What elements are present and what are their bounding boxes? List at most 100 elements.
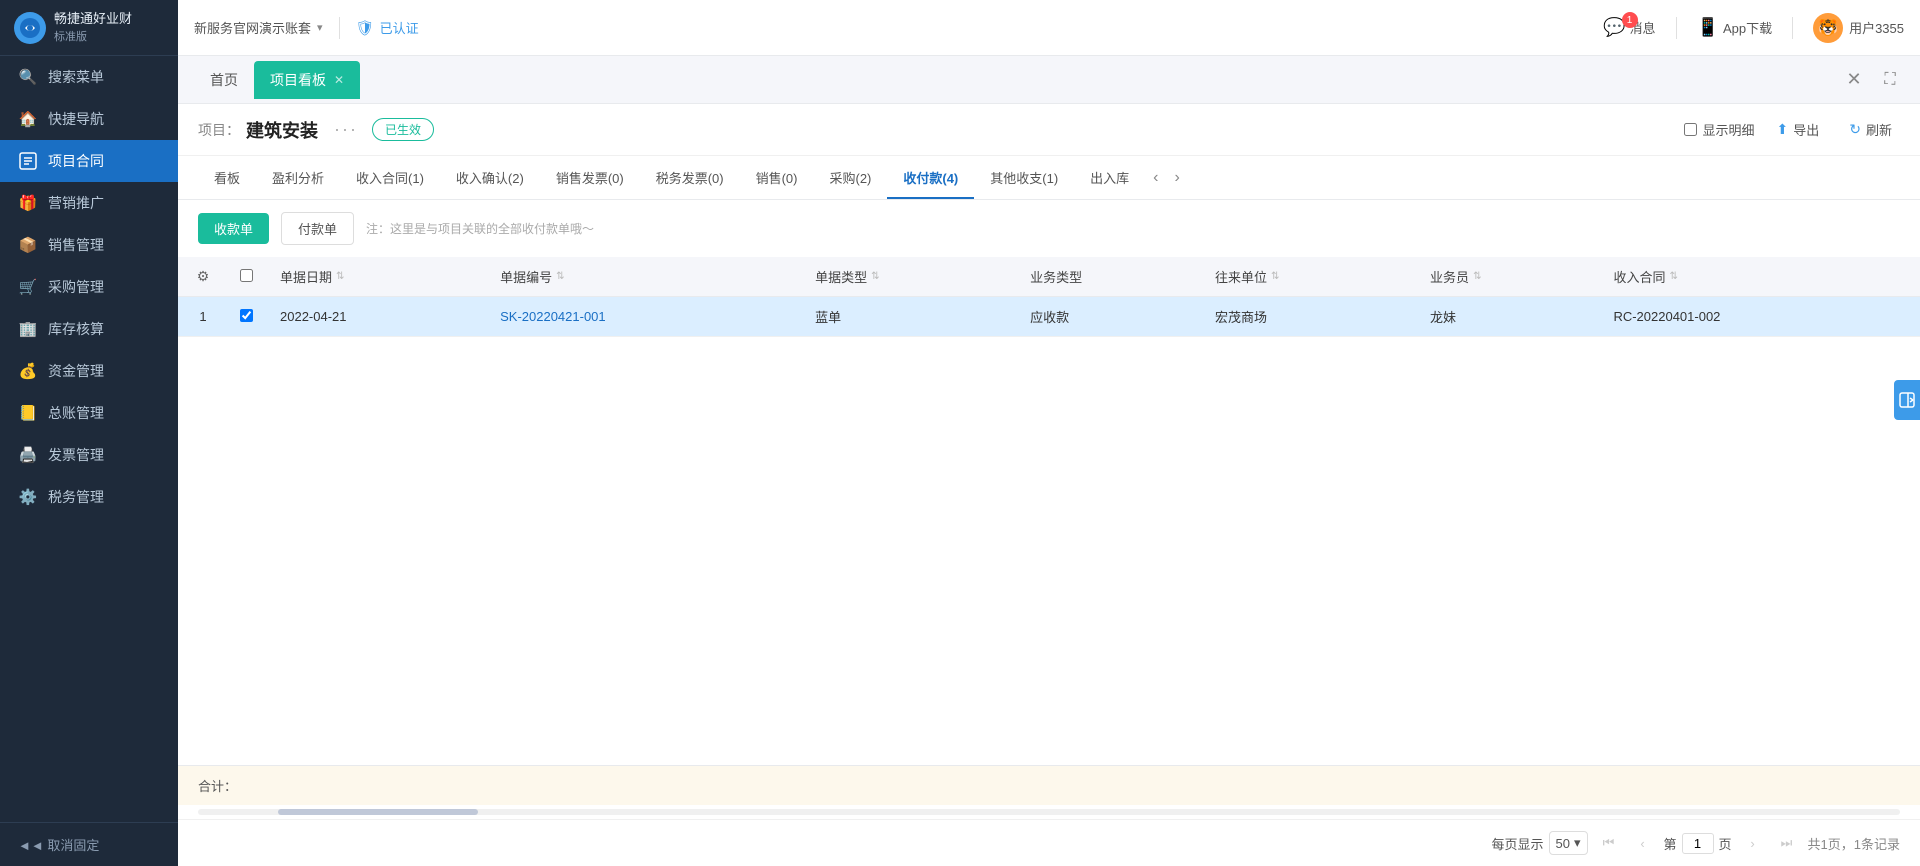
th-income-contract: 收入合同 ⇅ bbox=[1601, 257, 1920, 297]
sidebar-item-project[interactable]: 项目合同 bbox=[0, 140, 178, 182]
sub-nav-tax-invoice[interactable]: 税务发票(0) bbox=[640, 156, 740, 199]
app-download-button[interactable]: 📱 App下载 bbox=[1697, 17, 1773, 38]
topbar-divider1 bbox=[339, 17, 340, 39]
th-date-sort[interactable]: 单据日期 ⇅ bbox=[280, 267, 344, 286]
th-number-label: 单据编号 bbox=[500, 267, 552, 286]
tab-home-label: 首页 bbox=[210, 70, 238, 90]
td-income-contract: RC-20220401-002 bbox=[1601, 297, 1920, 337]
sidebar-item-search[interactable]: 🔍 搜索菜单 bbox=[0, 56, 178, 98]
th-type-sort[interactable]: 单据类型 ⇅ bbox=[815, 267, 879, 286]
sort-icon-salesman: ⇅ bbox=[1473, 271, 1481, 282]
per-page-value: 50 bbox=[1556, 836, 1570, 851]
content-body: 收款单 付款单 注：这里是与项目关联的全部收付款单哦～ ⚙ bbox=[178, 200, 1920, 866]
pagination-last-button[interactable]: ⏭ bbox=[1774, 830, 1800, 856]
money-icon: 💰 bbox=[18, 361, 38, 381]
sidebar-item-ledger[interactable]: 📒 总账管理 bbox=[0, 392, 178, 434]
tab-close-icon[interactable]: ✕ bbox=[334, 73, 344, 87]
sub-nav-sales[interactable]: 销售(0) bbox=[740, 156, 814, 199]
logo-icon bbox=[14, 12, 46, 44]
export-button[interactable]: ⬆ 导出 bbox=[1769, 116, 1828, 143]
demo-account-selector[interactable]: 新服务官网演示账套 ▾ bbox=[194, 18, 323, 37]
sidebar-item-tax[interactable]: ⚙️ 税务管理 bbox=[0, 476, 178, 518]
message-badge: 1 bbox=[1622, 12, 1638, 28]
column-settings-icon[interactable]: ⚙ bbox=[197, 268, 210, 284]
sidebar: 畅捷通好业财 标准版 🔍 搜索菜单 🏠 快捷导航 项目合同 🎁 营销推广 📦 销… bbox=[0, 0, 178, 866]
window-close-button[interactable]: ✕ bbox=[1840, 66, 1868, 94]
tab-project-board[interactable]: 项目看板 ✕ bbox=[254, 61, 360, 99]
more-options-icon[interactable]: ··· bbox=[334, 119, 358, 140]
tab-project-board-label: 项目看板 bbox=[270, 70, 326, 90]
sort-icon-date: ⇅ bbox=[336, 271, 344, 282]
sub-nav-income-confirm[interactable]: 收入确认(2) bbox=[440, 156, 540, 199]
pagination-next-button[interactable]: › bbox=[1740, 830, 1766, 856]
pagination-prev-button[interactable]: ‹ bbox=[1630, 830, 1656, 856]
sidebar-item-capital[interactable]: 💰 资金管理 bbox=[0, 350, 178, 392]
per-page-label: 每页显示 bbox=[1491, 834, 1543, 853]
sidebar-item-invoice[interactable]: 🖨️ 发票管理 bbox=[0, 434, 178, 476]
th-salesman-sort[interactable]: 业务员 ⇅ bbox=[1430, 267, 1481, 286]
page-header: 项目： 建筑安装 ··· 已生效 显示明细 ⬆ 导出 ↻ 刷新 bbox=[178, 104, 1920, 156]
sub-nav-purchase[interactable]: 采购(2) bbox=[813, 156, 887, 199]
show-detail-label: 显示明细 bbox=[1702, 120, 1754, 139]
th-salesman: 业务员 ⇅ bbox=[1418, 257, 1601, 297]
receipt-number-link[interactable]: SK-20220421-001 bbox=[500, 309, 606, 324]
tab-home[interactable]: 首页 bbox=[194, 61, 254, 99]
table-header-row: ⚙ 单据日期 ⇅ bbox=[178, 257, 1920, 297]
per-page-chevron-icon: ▾ bbox=[1574, 835, 1581, 851]
sidebar-item-sales[interactable]: 📦 销售管理 bbox=[0, 224, 178, 266]
th-partner-sort[interactable]: 往来单位 ⇅ bbox=[1215, 267, 1279, 286]
page-title: 建筑安装 bbox=[246, 117, 318, 143]
th-number-sort[interactable]: 单据编号 ⇅ bbox=[500, 267, 564, 286]
ledger-icon: 📒 bbox=[18, 403, 38, 423]
sort-icon-partner: ⇅ bbox=[1271, 271, 1279, 282]
total-bar: 合计： bbox=[178, 765, 1920, 805]
table-row[interactable]: 1 2022-04-21 SK-20220421-001 蓝 bbox=[178, 297, 1920, 337]
sidebar-item-capital-label: 资金管理 bbox=[48, 361, 104, 381]
show-detail-checkbox[interactable] bbox=[1684, 123, 1697, 136]
filter-receipt-button[interactable]: 收款单 bbox=[198, 213, 269, 244]
scrollbar-thumb[interactable] bbox=[278, 809, 478, 815]
pagination-first-button[interactable]: ⏮ bbox=[1596, 830, 1622, 856]
th-income-contract-sort[interactable]: 收入合同 ⇅ bbox=[1613, 267, 1677, 286]
cart-icon: 🛒 bbox=[18, 277, 38, 297]
sidebar-item-quick[interactable]: 🏠 快捷导航 bbox=[0, 98, 178, 140]
sub-nav-profit[interactable]: 盈利分析 bbox=[256, 156, 340, 199]
sub-nav-receipt[interactable]: 收付款(4) bbox=[887, 156, 974, 199]
sub-nav-prev-arrow[interactable]: ‹ bbox=[1145, 165, 1166, 191]
receipts-table: ⚙ 单据日期 ⇅ bbox=[178, 257, 1920, 337]
demo-account-label: 新服务官网演示账套 bbox=[194, 18, 311, 37]
sidebar-item-inventory-label: 库存核算 bbox=[48, 319, 104, 339]
sidebar-item-sales-label: 销售管理 bbox=[48, 235, 104, 255]
right-panel-toggle[interactable] bbox=[1894, 380, 1920, 420]
sub-nav-board[interactable]: 看板 bbox=[198, 156, 256, 199]
td-number[interactable]: SK-20220421-001 bbox=[488, 297, 803, 337]
page-label: 第 bbox=[1664, 834, 1677, 853]
sidebar-item-inventory[interactable]: 🏢 库存核算 bbox=[0, 308, 178, 350]
main-area: 新服务官网演示账套 ▾ 🛡 已认证 💬 消息 1 📱 App下载 🐯 用户335… bbox=[178, 0, 1920, 866]
per-page-select[interactable]: 50 ▾ bbox=[1549, 831, 1588, 855]
sidebar-item-marketing[interactable]: 🎁 营销推广 bbox=[0, 182, 178, 224]
home-icon: 🏠 bbox=[18, 109, 38, 129]
message-button[interactable]: 💬 消息 1 bbox=[1603, 17, 1655, 38]
row-checkbox[interactable] bbox=[240, 309, 253, 322]
sidebar-scroll: 🔍 搜索菜单 🏠 快捷导航 项目合同 🎁 营销推广 📦 销售管理 🛒 采购管理 … bbox=[0, 56, 178, 822]
user-menu-button[interactable]: 🐯 用户3355 bbox=[1813, 13, 1904, 43]
sidebar-item-purchase[interactable]: 🛒 采购管理 bbox=[0, 266, 178, 308]
sub-nav-income-contract[interactable]: 收入合同(1) bbox=[340, 156, 440, 199]
sub-nav-inout[interactable]: 出入库 bbox=[1074, 156, 1145, 199]
td-checkbox bbox=[228, 297, 268, 337]
horizontal-scrollbar[interactable] bbox=[178, 805, 1920, 819]
sub-nav-sales-invoice[interactable]: 销售发票(0) bbox=[540, 156, 640, 199]
select-all-checkbox[interactable] bbox=[240, 269, 253, 282]
show-detail-group[interactable]: 显示明细 bbox=[1684, 120, 1754, 139]
page-input[interactable] bbox=[1682, 833, 1714, 854]
sidebar-item-ledger-label: 总账管理 bbox=[48, 403, 104, 423]
tabs-bar: 首页 项目看板 ✕ ✕ ⛶ bbox=[178, 56, 1920, 104]
refresh-button[interactable]: ↻ 刷新 bbox=[1841, 116, 1900, 143]
filter-payment-button[interactable]: 付款单 bbox=[281, 212, 354, 245]
sub-nav-other-expense[interactable]: 其他收支(1) bbox=[974, 156, 1074, 199]
window-maximize-button[interactable]: ⛶ bbox=[1876, 66, 1904, 94]
sidebar-unpin-button[interactable]: ◄◄ 取消固定 bbox=[0, 822, 178, 866]
sub-nav-next-arrow[interactable]: › bbox=[1167, 165, 1188, 191]
sidebar-item-project-label: 项目合同 bbox=[48, 151, 104, 171]
